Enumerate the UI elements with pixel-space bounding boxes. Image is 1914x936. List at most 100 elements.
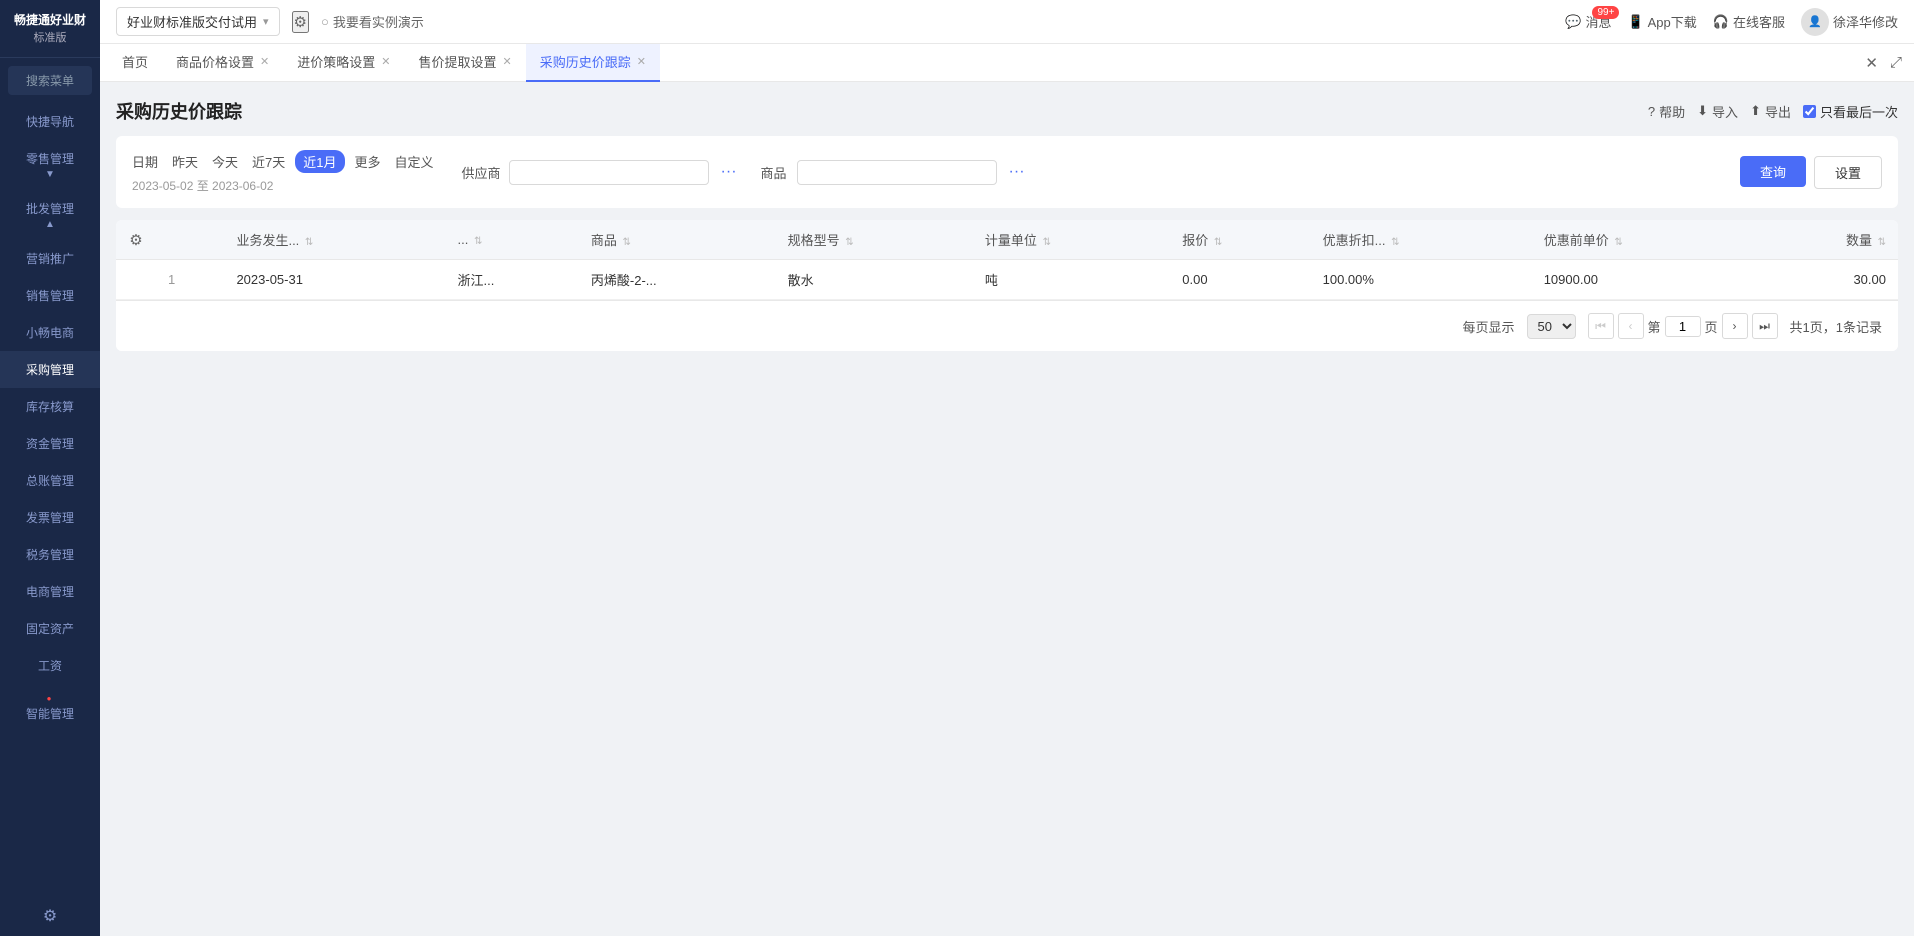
supplier-more-button[interactable]: ···	[721, 163, 737, 181]
query-button[interactable]: 查询	[1740, 156, 1806, 187]
only-last-checkbox-label[interactable]: 只看最后一次	[1803, 102, 1898, 121]
data-table: ⚙ 业务发生... ⇅ ... ⇅ 商品 ⇅	[116, 220, 1898, 300]
tab-home-label: 首页	[122, 52, 148, 71]
date-option-last7[interactable]: 近7天	[248, 150, 289, 173]
col-more-label: ...	[458, 232, 469, 247]
tab-history-price-close[interactable]: ✕	[637, 55, 646, 68]
date-option-more[interactable]: 更多	[351, 150, 385, 173]
sidebar-search-button[interactable]: 搜索菜单	[8, 66, 92, 95]
tab-price-label: 商品价格设置	[176, 52, 254, 71]
topbar-demo[interactable]: ○ 我要看实例演示	[321, 12, 424, 31]
per-page-label: 每页显示	[1462, 317, 1514, 336]
col-spec-label: 规格型号	[788, 233, 840, 248]
supplier-input[interactable]	[509, 160, 709, 185]
sidebar-item-ecommerce[interactable]: 小畅电商	[0, 314, 100, 351]
col-biz-date[interactable]: 业务发生... ⇅	[224, 220, 445, 260]
sidebar-item-assets[interactable]: 固定资产	[0, 610, 100, 647]
sidebar-item-invoice[interactable]: 发票管理	[0, 499, 100, 536]
row-spec-cell: 散水	[776, 260, 973, 300]
goods-filter-label: 商品	[761, 163, 789, 182]
import-icon: ⬇	[1697, 103, 1708, 119]
online-service-button[interactable]: 🎧 在线客服	[1713, 12, 1785, 31]
app-download-button[interactable]: 📱 App下载	[1627, 12, 1696, 31]
tab-home[interactable]: 首页	[108, 44, 162, 82]
export-action[interactable]: ⬆ 导出	[1750, 102, 1791, 121]
sidebar-logo: 畅捷通好业财 标准版	[0, 0, 100, 58]
tabs-actions: ✕ ⤢	[1861, 50, 1906, 76]
page-number-input[interactable]	[1665, 316, 1701, 337]
sidebar-item-label: 资金管理	[26, 435, 74, 452]
sidebar-item-wholesale[interactable]: 批发管理 ▲	[0, 190, 100, 240]
next-page-button[interactable]: ›	[1722, 313, 1748, 339]
tab-expand-button[interactable]: ⤢	[1886, 50, 1906, 76]
col-gear[interactable]: ⚙	[116, 220, 156, 260]
col-spec[interactable]: 规格型号 ⇅	[776, 220, 973, 260]
messages-button[interactable]: 💬 消息 99+	[1565, 12, 1611, 31]
chevron-down-icon: ▼	[45, 169, 55, 180]
sidebar-item-purchase[interactable]: 采购管理	[0, 351, 100, 388]
prev-page-button[interactable]: ‹	[1618, 313, 1644, 339]
logo-title: 畅捷通好业财	[8, 12, 92, 29]
date-option-last1m[interactable]: 近1月	[295, 150, 344, 173]
sidebar-item-general[interactable]: 总账管理	[0, 462, 100, 499]
sidebar-item-sales[interactable]: 销售管理	[0, 277, 100, 314]
sidebar-item-label: 营销推广	[26, 250, 74, 267]
tab-sale-price[interactable]: 售价提取设置 ✕	[404, 44, 525, 82]
sort-icon: ⇅	[845, 237, 853, 248]
col-price[interactable]: 报价 ⇅	[1170, 220, 1310, 260]
pagination-info: 共1页，1条记录	[1790, 317, 1882, 336]
sidebar-item-label: 小畅电商	[26, 324, 74, 341]
main-area: 好业财标准版交付试用 ▾ ⚙ ○ 我要看实例演示 💬 消息 99+ 📱 App下…	[100, 0, 1914, 936]
sidebar-item-marketing[interactable]: 营销推广	[0, 240, 100, 277]
settings-button[interactable]: 设置	[1814, 156, 1882, 189]
only-last-checkbox[interactable]	[1803, 105, 1816, 118]
settings-icon[interactable]: ⚙	[43, 908, 57, 925]
per-page-select[interactable]: 50	[1527, 314, 1576, 339]
filter-row: 日期 昨天 今天 近7天 近1月 更多 自定义 2023-05-02 至 202…	[132, 150, 1882, 194]
demo-text: 我要看实例演示	[333, 12, 424, 31]
date-option-custom[interactable]: 自定义	[391, 150, 438, 173]
tab-purchase-strategy[interactable]: 进价策略设置 ✕	[283, 44, 404, 82]
date-option-yesterday[interactable]: 昨天	[168, 150, 202, 173]
tab-sale-price-close[interactable]: ✕	[503, 55, 512, 68]
goods-input[interactable]	[797, 160, 997, 185]
date-option-today[interactable]: 今天	[208, 150, 242, 173]
first-page-button[interactable]: ⏮	[1588, 313, 1614, 339]
sort-icon: ⇅	[1878, 237, 1886, 248]
help-label: 帮助	[1659, 102, 1685, 121]
filter-supplier: 供应商 ···	[462, 160, 737, 185]
sidebar-item-inventory[interactable]: 库存核算	[0, 388, 100, 425]
tab-purchase-strategy-close[interactable]: ✕	[381, 55, 390, 68]
sidebar-item-finance[interactable]: 资金管理	[0, 425, 100, 462]
version-selector[interactable]: 好业财标准版交付试用 ▾	[116, 7, 280, 36]
tab-price-close[interactable]: ✕	[260, 55, 269, 68]
help-action[interactable]: ? 帮助	[1648, 102, 1685, 121]
col-unit[interactable]: 计量单位 ⇅	[973, 220, 1170, 260]
sidebar-item-salary[interactable]: 工资	[0, 647, 100, 684]
tab-history-price[interactable]: 采购历史价跟踪 ✕	[526, 44, 660, 82]
sidebar-item-tax[interactable]: 税务管理	[0, 536, 100, 573]
goods-more-button[interactable]: ···	[1009, 163, 1025, 181]
pagination-nav: ⏮ ‹ 第 页 › ⏭	[1588, 313, 1778, 339]
col-pre-discount-price[interactable]: 优惠前单价 ⇅	[1532, 220, 1758, 260]
sidebar-item-label: 固定资产	[26, 620, 74, 637]
col-quantity[interactable]: 数量 ⇅	[1758, 220, 1898, 260]
import-action[interactable]: ⬇ 导入	[1697, 102, 1738, 121]
sidebar-item-label: 工资	[38, 657, 62, 674]
sidebar-item-smart[interactable]: ●智能管理	[0, 684, 100, 732]
col-goods[interactable]: 商品 ⇅	[579, 220, 776, 260]
last-page-button[interactable]: ⏭	[1752, 313, 1778, 339]
user-profile[interactable]: 👤 徐泽华修改	[1801, 8, 1898, 36]
sidebar-item-quick-nav[interactable]: 快捷导航	[0, 103, 100, 140]
gear-icon[interactable]: ⚙	[129, 232, 142, 249]
col-discount[interactable]: 优惠折扣... ⇅	[1311, 220, 1532, 260]
message-icon: 💬	[1565, 14, 1581, 30]
tab-price[interactable]: 商品价格设置 ✕	[162, 44, 283, 82]
topbar-gear-button[interactable]: ⚙	[292, 11, 309, 33]
col-pre-discount-price-label: 优惠前单价	[1544, 233, 1609, 248]
col-more[interactable]: ... ⇅	[446, 220, 579, 260]
sidebar-item-retail[interactable]: 零售管理 ▼	[0, 140, 100, 190]
sort-icon: ⇅	[1391, 237, 1399, 248]
tab-close-button[interactable]: ✕	[1861, 50, 1882, 76]
sidebar-item-ecmanage[interactable]: 电商管理	[0, 573, 100, 610]
